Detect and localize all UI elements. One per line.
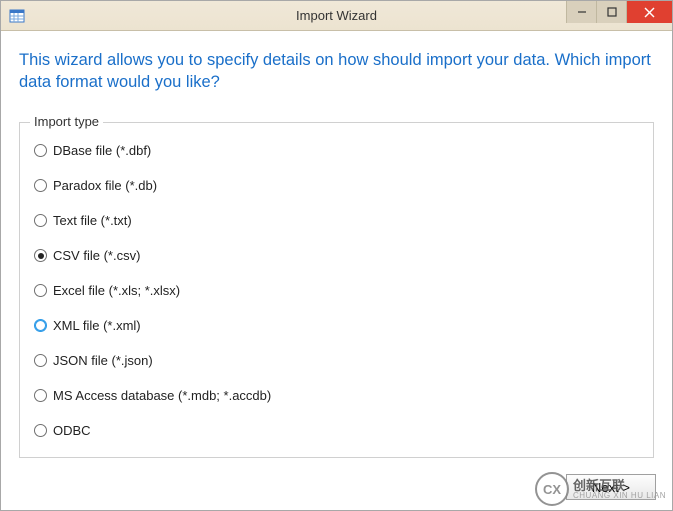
- radio-option-dbase[interactable]: DBase file (*.dbf): [34, 141, 639, 161]
- close-button[interactable]: [626, 1, 672, 23]
- radio-label: JSON file (*.json): [53, 353, 153, 368]
- import-type-fieldset: Import type DBase file (*.dbf) Paradox f…: [19, 122, 654, 458]
- radio-label: XML file (*.xml): [53, 318, 141, 333]
- radio-icon: [34, 214, 47, 227]
- radio-option-excel[interactable]: Excel file (*.xls; *.xlsx): [34, 281, 639, 301]
- window-controls: [566, 1, 672, 23]
- radio-label: CSV file (*.csv): [53, 248, 140, 263]
- radio-icon: [34, 389, 47, 402]
- radio-option-text[interactable]: Text file (*.txt): [34, 211, 639, 231]
- radio-label: MS Access database (*.mdb; *.accdb): [53, 388, 271, 403]
- radio-option-json[interactable]: JSON file (*.json): [34, 351, 639, 371]
- titlebar: Import Wizard: [1, 1, 672, 31]
- radio-icon: [34, 284, 47, 297]
- radio-icon: [34, 179, 47, 192]
- radio-icon: [34, 249, 47, 262]
- watermark-brand-sub: CHUANG XIN HU LIAN: [573, 492, 666, 500]
- fieldset-legend: Import type: [30, 114, 103, 129]
- radio-label: Text file (*.txt): [53, 213, 132, 228]
- radio-icon: [34, 424, 47, 437]
- radio-icon: [34, 144, 47, 157]
- radio-option-csv[interactable]: CSV file (*.csv): [34, 246, 639, 266]
- radio-icon: [34, 319, 47, 332]
- radio-label: Paradox file (*.db): [53, 178, 157, 193]
- watermark-logo-icon: CX: [535, 472, 569, 506]
- wizard-content: This wizard allows you to specify detail…: [1, 31, 672, 466]
- watermark-brand-main: 创新互联: [573, 479, 666, 492]
- minimize-button[interactable]: [566, 1, 596, 23]
- radio-icon: [34, 354, 47, 367]
- radio-option-paradox[interactable]: Paradox file (*.db): [34, 176, 639, 196]
- radio-option-odbc[interactable]: ODBC: [34, 421, 639, 441]
- app-icon: [9, 8, 25, 24]
- radio-label: ODBC: [53, 423, 91, 438]
- radio-option-xml[interactable]: XML file (*.xml): [34, 316, 639, 336]
- watermark-brand: 创新互联 CHUANG XIN HU LIAN: [573, 479, 666, 500]
- radio-option-access[interactable]: MS Access database (*.mdb; *.accdb): [34, 386, 639, 406]
- watermark: CX 创新互联 CHUANG XIN HU LIAN: [535, 472, 666, 506]
- radio-label: DBase file (*.dbf): [53, 143, 151, 158]
- maximize-button[interactable]: [596, 1, 626, 23]
- radio-label: Excel file (*.xls; *.xlsx): [53, 283, 180, 298]
- wizard-intro-text: This wizard allows you to specify detail…: [19, 49, 654, 94]
